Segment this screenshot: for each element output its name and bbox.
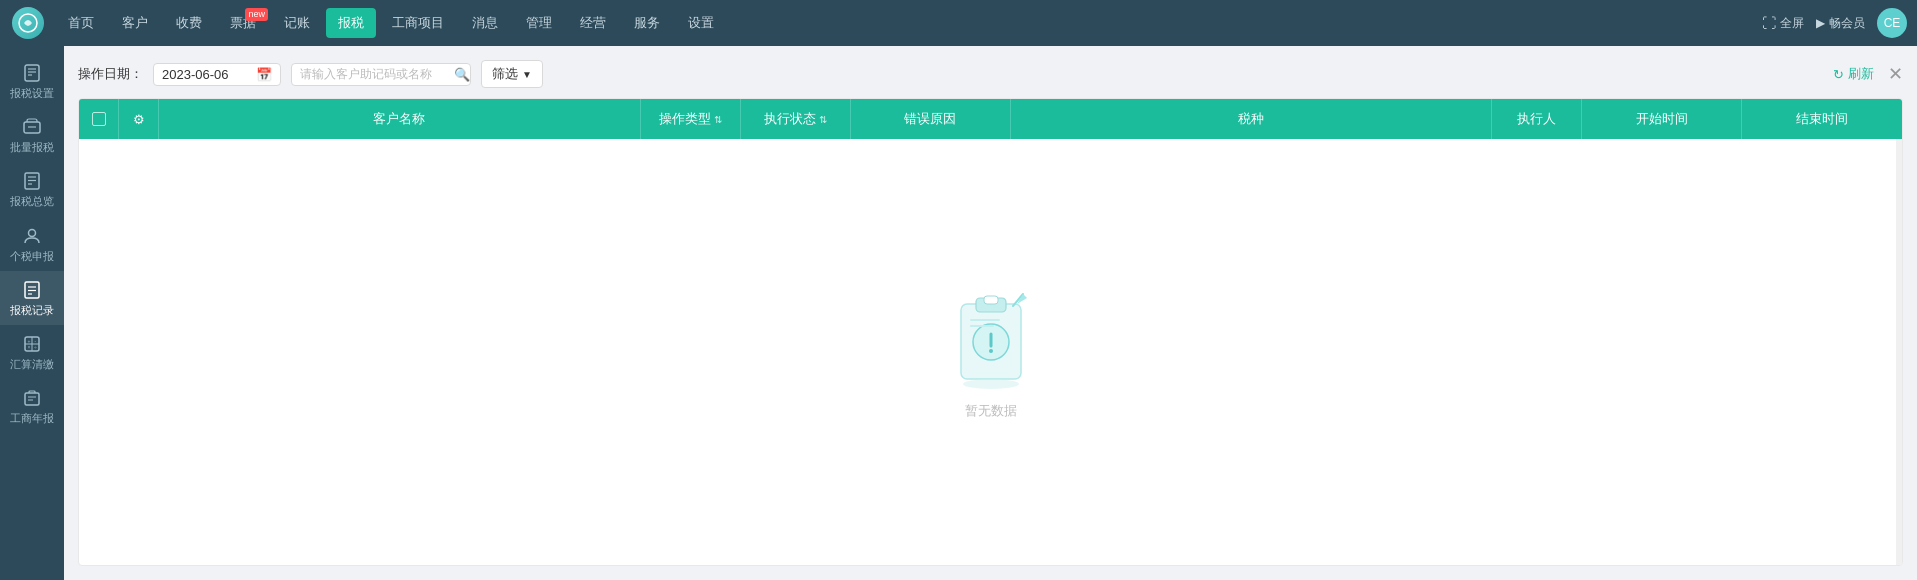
svg-point-31	[989, 349, 993, 353]
svg-text:-: -	[35, 337, 37, 343]
sidebar-item-personal-tax[interactable]: 个税申报	[0, 217, 64, 271]
svg-rect-23	[25, 393, 39, 405]
sidebar-item-batch-tax-label: 批量报税	[10, 141, 54, 154]
search-icon[interactable]: 🔍	[454, 67, 470, 82]
search-input[interactable]	[300, 67, 450, 81]
date-input[interactable]	[162, 67, 252, 82]
th-executor: 执行人	[1492, 99, 1582, 139]
nav-item-message[interactable]: 消息	[460, 8, 510, 38]
svg-text:×: ×	[28, 344, 31, 350]
sidebar-item-annual-report-label: 工商年报	[10, 412, 54, 425]
th-taxtype: 税种	[1011, 99, 1493, 139]
th-error: 错误原因	[851, 99, 1011, 139]
th-status[interactable]: 执行状态 ⇅	[741, 99, 851, 139]
table-header: ⚙ 客户名称 操作类型 ⇅ 执行状态 ⇅ 错误原因 税种 执行人 开始时间 结束…	[79, 99, 1902, 139]
th-starttime: 开始时间	[1582, 99, 1742, 139]
app-logo[interactable]	[10, 5, 46, 41]
tax-summary-icon	[21, 170, 43, 192]
sidebar: 报税设置 批量报税 报税总览	[0, 46, 64, 580]
refresh-icon: ↻	[1833, 67, 1844, 82]
sidebar-item-tax-summary[interactable]: 报税总览	[0, 162, 64, 216]
sidebar-item-tax-summary-label: 报税总览	[10, 195, 54, 208]
scrollbar[interactable]	[1896, 139, 1902, 565]
svg-point-36	[963, 379, 1019, 389]
nav-items-list: 首页 客户 收费 票据 new 记账 报税 工商项目 消息 管理 经营 服务 设…	[56, 8, 1762, 38]
calendar-icon: 📅	[256, 67, 272, 82]
refresh-button[interactable]: ↻ 刷新	[1833, 65, 1874, 83]
sidebar-item-batch-tax[interactable]: 批量报税	[0, 108, 64, 162]
nav-item-business[interactable]: 工商项目	[380, 8, 456, 38]
sidebar-item-tax-records[interactable]: 报税记录	[0, 271, 64, 325]
sidebar-item-annual-report[interactable]: 工商年报	[0, 379, 64, 433]
th-checkbox[interactable]	[79, 99, 119, 139]
sort-optype-icon: ⇅	[714, 114, 722, 125]
fullscreen-button[interactable]: ⛶ 全屏	[1762, 15, 1804, 32]
tax-records-icon	[21, 279, 43, 301]
toolbar: 操作日期： 📅 🔍 筛选 ▼ ↻ 刷新 ✕	[78, 60, 1903, 88]
chevron-down-icon: ▼	[522, 69, 532, 80]
main-layout: 报税设置 批量报税 报税总览	[0, 46, 1917, 580]
logo-icon	[12, 7, 44, 39]
annual-report-icon	[21, 387, 43, 409]
date-picker[interactable]: 📅	[153, 63, 281, 86]
svg-text:+: +	[28, 337, 31, 343]
fullscreen-icon: ⛶	[1762, 15, 1776, 31]
svg-point-11	[29, 229, 36, 236]
empty-text: 暂无数据	[965, 402, 1017, 420]
play-icon: ▶	[1816, 16, 1825, 30]
top-navigation: 首页 客户 收费 票据 new 记账 报税 工商项目 消息 管理 经营 服务 设…	[0, 0, 1917, 46]
select-all-checkbox[interactable]	[92, 112, 106, 126]
svg-rect-28	[984, 296, 998, 304]
sidebar-item-calculation[interactable]: + - × ÷ 汇算清缴	[0, 325, 64, 379]
settings-icon: ⚙	[133, 112, 145, 127]
sidebar-item-tax-records-label: 报税记录	[10, 304, 54, 317]
date-label: 操作日期：	[78, 65, 143, 83]
close-button[interactable]: ✕	[1888, 63, 1903, 85]
table-body: 暂无数据	[79, 139, 1902, 565]
data-table: ⚙ 客户名称 操作类型 ⇅ 执行状态 ⇅ 错误原因 税种 执行人 开始时间 结束…	[78, 98, 1903, 566]
svg-text:÷: ÷	[34, 344, 37, 350]
tax-settings-icon	[21, 62, 43, 84]
empty-illustration	[941, 284, 1041, 394]
filter-button[interactable]: 筛选 ▼	[481, 60, 543, 88]
nav-item-client[interactable]: 客户	[110, 8, 160, 38]
sidebar-item-tax-settings[interactable]: 报税设置	[0, 54, 64, 108]
member-button[interactable]: ▶ 畅会员	[1816, 15, 1865, 32]
nav-item-service[interactable]: 服务	[622, 8, 672, 38]
sidebar-item-personal-tax-label: 个税申报	[10, 250, 54, 263]
empty-state: 暂无数据	[941, 284, 1041, 420]
nav-item-manage[interactable]: 管理	[514, 8, 564, 38]
th-client: 客户名称	[159, 99, 641, 139]
nav-item-finance[interactable]: 经营	[568, 8, 618, 38]
nav-item-bookkeeping[interactable]: 记账	[272, 8, 322, 38]
nav-item-tax[interactable]: 报税	[326, 8, 376, 38]
svg-rect-1	[25, 65, 39, 81]
batch-tax-icon	[21, 116, 43, 138]
content-area: 操作日期： 📅 🔍 筛选 ▼ ↻ 刷新 ✕	[64, 46, 1917, 580]
new-badge: new	[245, 8, 268, 21]
sort-status-icon: ⇅	[819, 114, 827, 125]
sidebar-item-calculation-label: 汇算清缴	[10, 358, 54, 371]
nav-item-home[interactable]: 首页	[56, 8, 106, 38]
nav-item-invoice[interactable]: 票据 new	[218, 8, 268, 38]
calculation-icon: + - × ÷	[21, 333, 43, 355]
th-endtime: 结束时间	[1742, 99, 1902, 139]
personal-tax-icon	[21, 225, 43, 247]
th-settings[interactable]: ⚙	[119, 99, 159, 139]
nav-right: ⛶ 全屏 ▶ 畅会员 CE	[1762, 8, 1907, 38]
th-optype[interactable]: 操作类型 ⇅	[641, 99, 741, 139]
sidebar-item-tax-settings-label: 报税设置	[10, 87, 54, 100]
search-box[interactable]: 🔍	[291, 63, 471, 86]
nav-item-settings[interactable]: 设置	[676, 8, 726, 38]
avatar[interactable]: CE	[1877, 8, 1907, 38]
nav-item-billing[interactable]: 收费	[164, 8, 214, 38]
